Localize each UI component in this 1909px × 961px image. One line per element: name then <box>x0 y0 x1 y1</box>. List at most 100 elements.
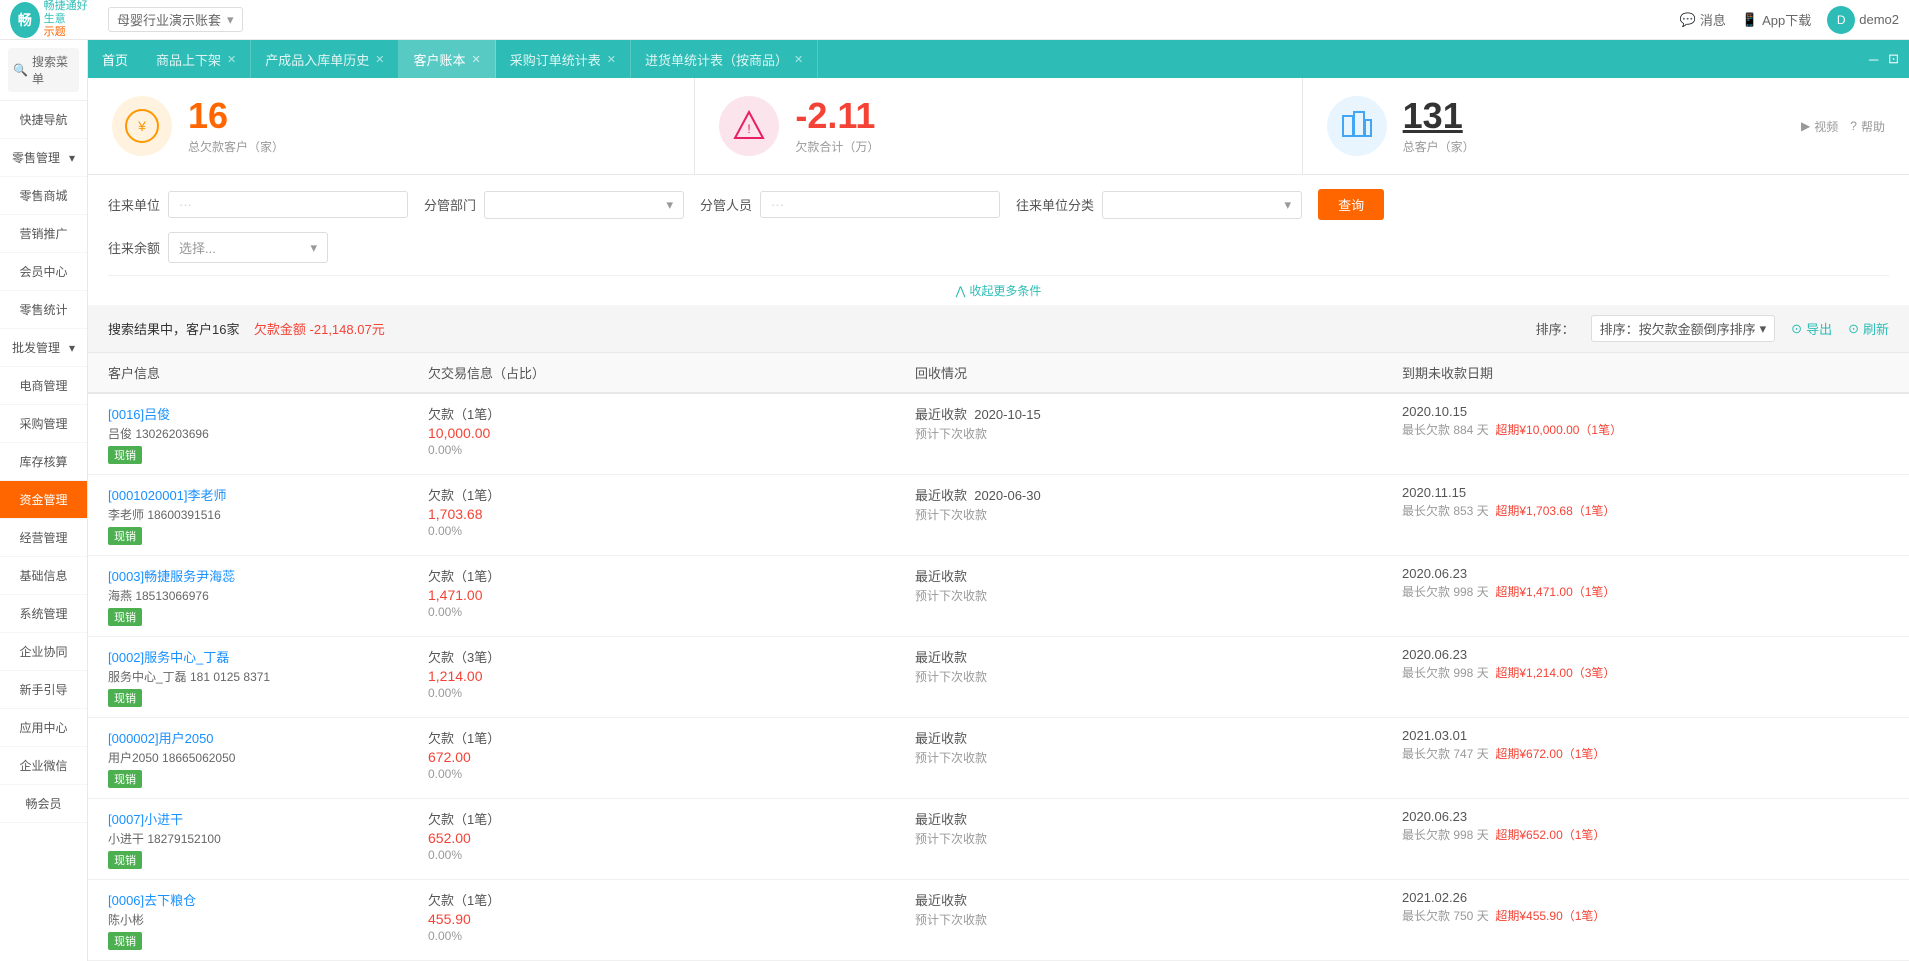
due-date-value: 2020.06.23 <box>1402 809 1889 824</box>
debt-amount: 672.00 <box>428 749 915 765</box>
person-label: 分管人员 <box>700 195 752 214</box>
sidebar-item-vip-member[interactable]: 畅会员 <box>0 785 87 823</box>
tab-close-icon[interactable]: ✕ <box>607 53 616 66</box>
collection-cell: 最近收款 预计下次收款 <box>915 890 1402 950</box>
collection-next-label: 预计下次收款 <box>915 668 1402 685</box>
collection-cell: 最近收款 预计下次收款 <box>915 566 1402 626</box>
stat-card-total-debt: ! -2.11 欠款合计（万） <box>695 78 1302 174</box>
customer-name-link[interactable]: [0003]畅捷服务尹海蕊 <box>108 566 428 585</box>
sidebar-item-basic-info[interactable]: 基础信息 <box>0 557 87 595</box>
customer-name-link[interactable]: [0006]去下粮仓 <box>108 890 428 909</box>
sidebar-item-retail-mall[interactable]: 零售商城 <box>0 177 87 215</box>
due-date-cell: 2020.06.23 最长欠款 998 天 超期¥1,214.00（3笔） <box>1402 647 1889 707</box>
filter-area: 往来单位 ··· 分管部门 ▾ <box>88 175 1909 305</box>
customer-info-cell: [0006]去下粮仓 陈小彬 现销 <box>108 890 428 950</box>
sidebar-item-ecommerce[interactable]: 电商管理 <box>0 367 87 405</box>
collection-cell: 最近收款 预计下次收款 <box>915 809 1402 869</box>
sidebar-item-enterprise-wx[interactable]: 企业微信 <box>0 747 87 785</box>
tab-customer[interactable]: 客户账本 ✕ <box>399 40 495 78</box>
customer-name-link[interactable]: [0002]服务中心_丁磊 <box>108 647 428 666</box>
collection-last-label: 最近收款 2020-06-30 <box>915 485 1402 504</box>
customer-info-cell: [0016]吕俊 吕俊 13026203696 现销 <box>108 404 428 464</box>
stat-icon-2: ! <box>719 96 779 156</box>
customer-name-link[interactable]: [0007]小进干 <box>108 809 428 828</box>
sidebar-item-finance[interactable]: 资金管理 <box>0 481 87 519</box>
dept-select[interactable]: ▾ <box>484 191 684 219</box>
message-button[interactable]: 💬 消息 <box>1680 10 1726 29</box>
tab-home[interactable]: 首页 <box>88 50 142 69</box>
overdue-link[interactable]: 超期¥1,703.68（1笔） <box>1495 504 1615 518</box>
overdue-link[interactable]: 超期¥10,000.00（1笔） <box>1495 423 1622 437</box>
balance-select[interactable]: 选择... ▾ <box>168 232 328 263</box>
stat-card-2-info: -2.11 欠款合计（万） <box>795 98 879 155</box>
overdue-link[interactable]: 超期¥672.00（1笔） <box>1495 747 1605 761</box>
customer-name-link[interactable]: [000002]用户2050 <box>108 728 428 747</box>
export-button[interactable]: ⊙ 导出 <box>1791 319 1832 338</box>
stat-number-3: 131 <box>1403 98 1475 134</box>
sidebar-item-retail-mgmt[interactable]: 零售管理 ▾ <box>0 139 87 177</box>
person-input[interactable]: ··· <box>760 191 1000 218</box>
avatar: D <box>1827 6 1855 34</box>
sidebar-item-marketing[interactable]: 营销推广 <box>0 215 87 253</box>
sort-select[interactable]: 排序：按欠款金额倒序排序 ▾ <box>1591 315 1776 342</box>
tab-product[interactable]: 商品上下架 ✕ <box>142 40 251 78</box>
overdue-link[interactable]: 超期¥652.00（1笔） <box>1495 828 1605 842</box>
debt-label: 欠款（1笔） <box>428 890 915 909</box>
customer-name-link[interactable]: [0016]吕俊 <box>108 404 428 423</box>
sidebar-item-app-center[interactable]: 应用中心 <box>0 709 87 747</box>
sidebar: 🔍 搜索菜单 快捷导航 零售管理 ▾ 零售商城 营销推广 会员中心 零售统计 <box>0 40 88 961</box>
tab-close-icon[interactable]: ✕ <box>794 53 803 66</box>
sidebar-item-batch-mgmt[interactable]: 批发管理 ▾ <box>0 329 87 367</box>
tab-close-icon[interactable]: ✕ <box>375 53 384 66</box>
sidebar-item-new-guide[interactable]: 新手引导 <box>0 671 87 709</box>
due-date-cell: 2020.11.15 最长欠款 853 天 超期¥1,703.68（1笔） <box>1402 485 1889 545</box>
stat-label-1: 总欠款客户（家） <box>188 138 284 155</box>
due-date-cell: 2020.10.15 最长欠款 884 天 超期¥10,000.00（1笔） <box>1402 404 1889 464</box>
tab-production[interactable]: 产成品入库单历史 ✕ <box>251 40 399 78</box>
overdue-days: 最长欠款 998 天 超期¥1,471.00（1笔） <box>1402 583 1889 600</box>
app-download-button[interactable]: 📱 App下载 <box>1742 10 1811 29</box>
overdue-link[interactable]: 超期¥1,214.00（3笔） <box>1495 666 1615 680</box>
search-menu-button[interactable]: 🔍 搜索菜单 <box>8 48 79 92</box>
refresh-button[interactable]: ⊙ 刷新 <box>1848 319 1889 338</box>
due-date-value: 2021.02.26 <box>1402 890 1889 905</box>
sidebar-item-inventory[interactable]: 库存核算 <box>0 443 87 481</box>
collection-next-label: 预计下次收款 <box>915 911 1402 928</box>
search-button[interactable]: 查询 <box>1318 189 1384 220</box>
filter-row-2: 往来余额 选择... ▾ <box>108 232 1889 263</box>
sidebar-item-enterprise-collab[interactable]: 企业协同 <box>0 633 87 671</box>
minimize-icon[interactable]: － <box>1867 50 1880 69</box>
debt-amount: 455.90 <box>428 911 915 927</box>
tab-import[interactable]: 进货单统计表（按商品） ✕ <box>631 40 818 78</box>
sidebar-item-system[interactable]: 系统管理 <box>0 595 87 633</box>
overdue-link[interactable]: 超期¥455.90（1笔） <box>1495 909 1605 923</box>
collection-cell: 最近收款 预计下次收款 <box>915 647 1402 707</box>
filter-row-1: 往来单位 ··· 分管部门 ▾ <box>108 189 1889 220</box>
collapse-filter-button[interactable]: ⋀ 收起更多条件 <box>108 275 1889 305</box>
sidebar-item-ops-mgmt[interactable]: 经营管理 <box>0 519 87 557</box>
sidebar-item-purchase-mgmt[interactable]: 采购管理 <box>0 405 87 443</box>
tab-purchase[interactable]: 采购订单统计表 ✕ <box>496 40 631 78</box>
svg-text:¥: ¥ <box>137 118 146 134</box>
sidebar-item-member-center[interactable]: 会员中心 <box>0 253 87 291</box>
overdue-link[interactable]: 超期¥1,471.00（1笔） <box>1495 585 1615 599</box>
video-button[interactable]: ▶ 视频 <box>1801 118 1838 135</box>
user-menu[interactable]: D demo2 <box>1827 6 1899 34</box>
help-button[interactable]: ? 帮助 <box>1850 118 1885 135</box>
customer-name-link[interactable]: [0001020001]李老师 <box>108 485 428 504</box>
from-unit-input[interactable]: ··· <box>168 191 408 218</box>
sidebar-item-retail-stats[interactable]: 零售统计 <box>0 291 87 329</box>
stat-card-3-info: 131 总客户（家） <box>1403 98 1475 155</box>
tab-close-icon[interactable]: ✕ <box>227 53 236 66</box>
due-date-value: 2020.06.23 <box>1402 566 1889 581</box>
company-select[interactable]: 母婴行业演示账套 ▾ <box>108 7 243 32</box>
tab-close-icon[interactable]: ✕ <box>472 53 481 66</box>
debt-percent: 0.00% <box>428 524 915 538</box>
collection-last-label: 最近收款 2020-10-15 <box>915 404 1402 423</box>
sidebar-item-quick-nav[interactable]: 快捷导航 <box>0 101 87 139</box>
debt-percent: 0.00% <box>428 929 915 943</box>
unit-category-select[interactable]: ▾ <box>1102 191 1302 219</box>
table-row: [0007]小进干 小进干 18279152100 现销 欠款（1笔） 652.… <box>88 799 1909 880</box>
customer-phone: 海燕 18513066976 <box>108 587 428 604</box>
maximize-icon[interactable]: ⊡ <box>1888 51 1899 67</box>
